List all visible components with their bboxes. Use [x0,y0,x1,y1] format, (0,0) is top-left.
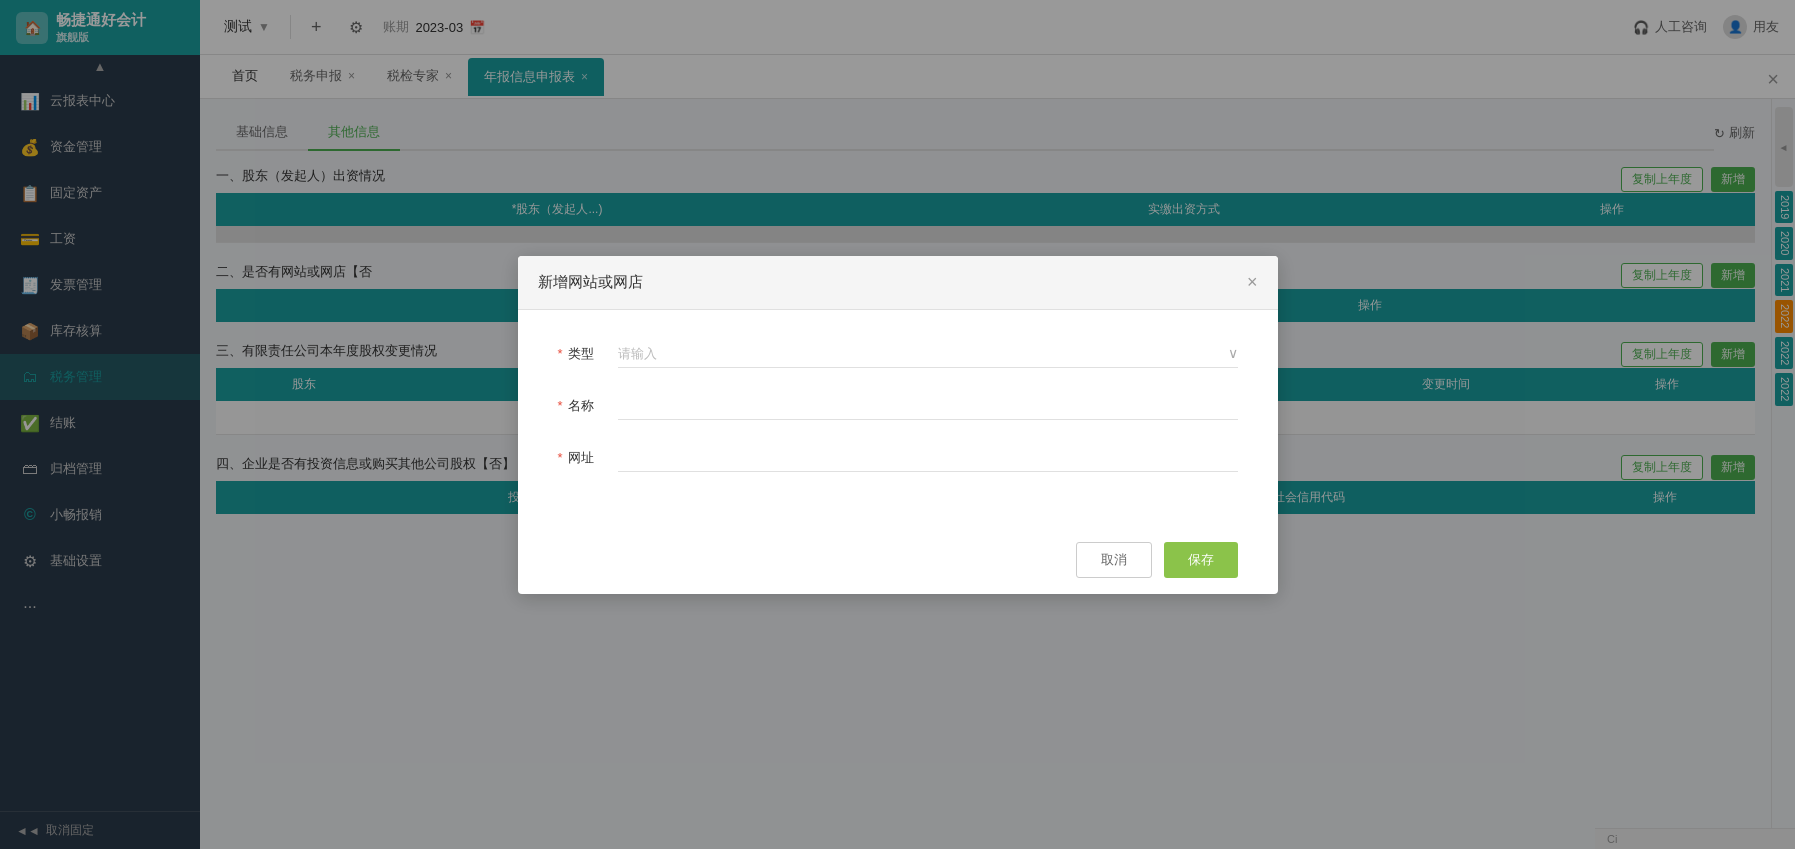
cancel-button[interactable]: 取消 [1076,542,1152,578]
name-input-wrapper [618,392,1238,420]
name-label: * 名称 [558,397,618,415]
modal-header: 新增网站或网店 × [518,256,1278,310]
modal-add-website: 新增网站或网店 × * 类型 ∨ * 名称 [518,256,1278,594]
modal-footer: 取消 保存 [518,526,1278,594]
url-required-marker: * [558,450,563,465]
modal-title: 新增网站或网店 [538,273,643,292]
type-label: * 类型 [558,345,618,363]
type-input[interactable] [618,340,1238,367]
name-required-marker: * [558,398,563,413]
modal-body: * 类型 ∨ * 名称 * [518,310,1278,526]
form-group-type: * 类型 ∨ [558,340,1238,368]
type-dropdown-arrow-icon[interactable]: ∨ [1228,345,1238,361]
type-required-marker: * [558,346,563,361]
url-input[interactable] [618,444,1238,471]
url-input-wrapper [618,444,1238,472]
url-label: * 网址 [558,449,618,467]
name-input[interactable] [618,392,1238,419]
form-group-name: * 名称 [558,392,1238,420]
type-input-wrapper: ∨ [618,340,1238,368]
save-button[interactable]: 保存 [1164,542,1238,578]
modal-close-button[interactable]: × [1247,272,1258,293]
modal-overlay: 新增网站或网店 × * 类型 ∨ * 名称 [0,0,1795,849]
form-group-url: * 网址 [558,444,1238,472]
